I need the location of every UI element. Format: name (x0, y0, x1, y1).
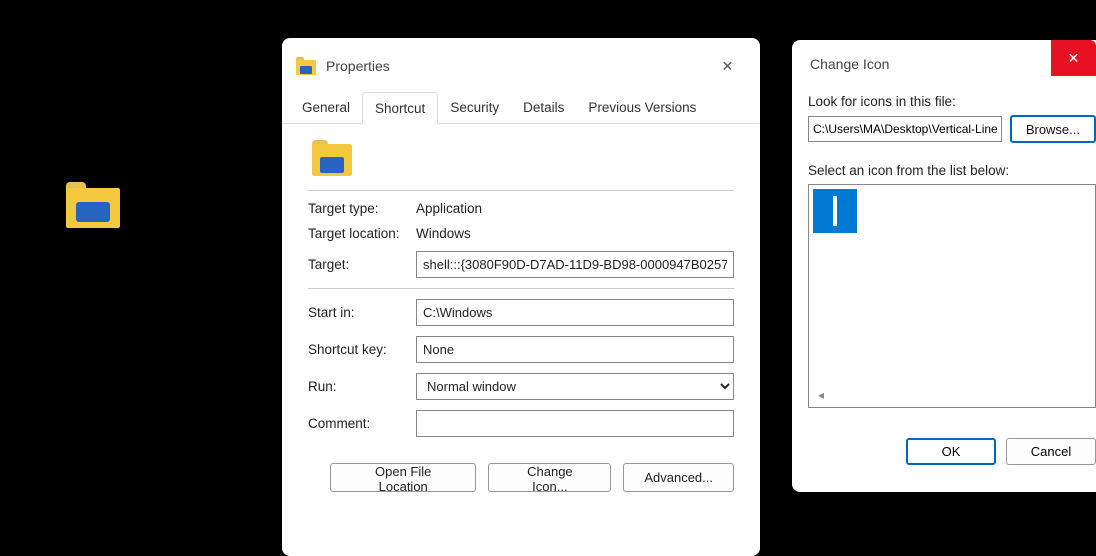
folder-icon (66, 182, 120, 226)
target-input[interactable] (416, 251, 734, 278)
tab-security[interactable]: Security (438, 92, 511, 123)
tab-details[interactable]: Details (511, 92, 576, 123)
tab-previous-versions[interactable]: Previous Versions (576, 92, 708, 123)
vertical-line-icon (833, 196, 837, 226)
tab-general[interactable]: General (290, 92, 362, 123)
browse-button[interactable]: Browse... (1010, 115, 1096, 143)
icon-list[interactable]: ◂ (808, 184, 1096, 408)
close-button[interactable]: ✕ (1051, 40, 1096, 76)
run-select[interactable]: Normal window (416, 373, 734, 400)
properties-dialog: Properties ✕ General Shortcut Security D… (282, 38, 760, 556)
scroll-left-icon[interactable]: ◂ (813, 387, 829, 403)
properties-title: Properties (326, 58, 705, 74)
open-file-location-button[interactable]: Open File Location (330, 463, 476, 492)
target-type-label: Target type: (308, 201, 416, 216)
comment-input[interactable] (416, 410, 734, 437)
run-label: Run: (308, 379, 416, 394)
desktop-shortcut[interactable] (66, 182, 124, 232)
select-icon-label: Select an icon from the list below: (808, 163, 1096, 178)
advanced-button[interactable]: Advanced... (623, 463, 734, 492)
target-location-value: Windows (416, 226, 471, 241)
change-icon-dialog: Change Icon ✕ Look for icons in this fil… (792, 40, 1096, 492)
icon-file-path-input[interactable] (808, 116, 1002, 142)
tab-bar: General Shortcut Security Details Previo… (282, 92, 760, 124)
change-icon-titlebar: Change Icon ✕ (792, 40, 1096, 94)
shortcut-key-input[interactable] (416, 336, 734, 363)
close-icon: ✕ (1068, 50, 1080, 67)
close-button[interactable]: ✕ (705, 50, 750, 82)
start-in-label: Start in: (308, 305, 416, 320)
tab-shortcut[interactable]: Shortcut (362, 92, 438, 124)
start-in-input[interactable] (416, 299, 734, 326)
change-icon-body: Look for icons in this file: Browse... S… (792, 94, 1096, 465)
target-label: Target: (308, 257, 416, 272)
close-icon: ✕ (722, 58, 734, 75)
shortcut-key-label: Shortcut key: (308, 342, 416, 357)
icon-option-selected[interactable] (813, 189, 857, 233)
target-type-value: Application (416, 201, 482, 216)
ok-button[interactable]: OK (906, 438, 996, 465)
cancel-button[interactable]: Cancel (1006, 438, 1096, 465)
target-location-label: Target location: (308, 226, 416, 241)
look-for-label: Look for icons in this file: (808, 94, 1096, 109)
properties-titlebar: Properties ✕ (282, 38, 760, 92)
folder-icon (312, 140, 352, 176)
folder-icon (296, 57, 316, 75)
comment-label: Comment: (308, 416, 416, 431)
properties-body: Target type: Application Target location… (282, 124, 760, 492)
separator (308, 190, 734, 191)
change-icon-title: Change Icon (810, 56, 1051, 72)
separator (308, 288, 734, 289)
change-icon-button[interactable]: Change Icon... (488, 463, 611, 492)
